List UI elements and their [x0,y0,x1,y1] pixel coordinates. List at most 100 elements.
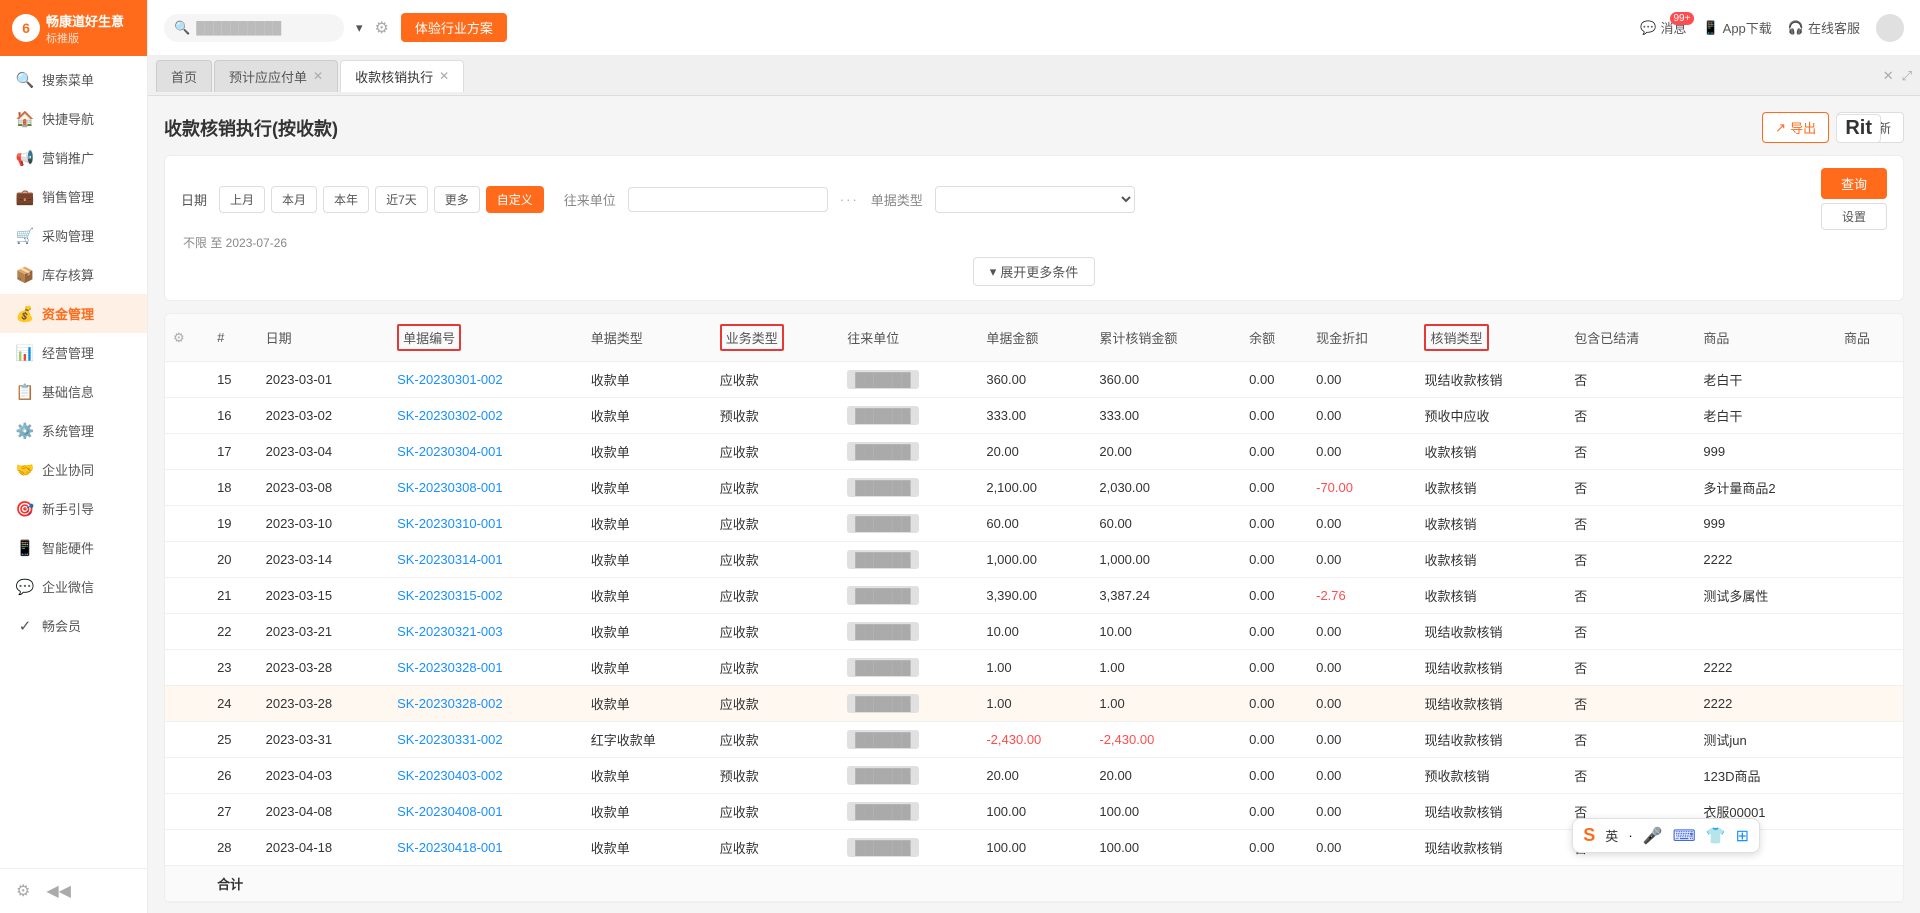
sidebar-item-marketing[interactable]: 📢 营销推广 [0,138,147,177]
bill-no-link[interactable]: SK-20230314-001 [397,552,503,567]
ime-dot-icon[interactable]: · [1628,828,1632,843]
table-row: 182023-03-08SK-20230308-001收款单应收款██████2… [165,470,1903,506]
table-cell: 21 [209,578,258,614]
table-cell: 2023-04-08 [258,794,389,830]
tab-close-all-icon[interactable]: ✕ [1883,68,1894,84]
table-cell: 10.00 [978,614,1091,650]
this-year-button[interactable]: 本年 [323,186,369,213]
bill-no-link[interactable]: SK-20230315-002 [397,588,503,603]
table-cell: 28 [209,830,258,866]
table-cell: -2.76 [1308,578,1416,614]
settings-bottom-icon[interactable]: ⚙ [16,881,30,901]
table-cell: SK-20230302-002 [389,398,583,434]
sales-icon: 💼 [16,188,34,206]
table-cell [165,758,209,794]
table-cell: SK-20230304-001 [389,434,583,470]
table-cell [1836,470,1903,506]
collapse-icon[interactable]: ◀◀ [46,881,71,901]
table-cell: 应收款 [712,686,840,722]
table-cell: 否 [1566,578,1695,614]
sidebar-item-inventory[interactable]: 📦 库存核算 [0,255,147,294]
sidebar-nav: 🔍 搜索菜单 🏠 快捷导航 📢 营销推广 💼 销售管理 🛒 采购管理 📦 库存核… [0,56,147,868]
message-button[interactable]: 💬 消息 99+ [1640,18,1686,37]
app-download-button[interactable]: 📱 App下载 [1702,18,1771,37]
table-cell: 预收款 [712,398,840,434]
ime-grid-icon[interactable]: ⊞ [1736,826,1749,846]
bill-type-select[interactable] [935,186,1135,213]
partner-input[interactable] [628,187,828,212]
ime-shirt-icon[interactable]: 👕 [1706,826,1726,846]
sidebar-item-enterprise[interactable]: 🤝 企业协同 [0,450,147,489]
table-cell [1836,650,1903,686]
sidebar-item-finance[interactable]: 💰 资金管理 [0,294,147,333]
sidebar-item-system[interactable]: ⚙️ 系统管理 [0,411,147,450]
tab-expand-icon[interactable]: ⤢ [1902,68,1912,84]
expand-more-button[interactable]: ▾ 展开更多条件 [973,257,1096,286]
tab-receipt[interactable]: 收款核销执行 ✕ [340,60,464,92]
sidebar-item-quick-nav[interactable]: 🏠 快捷导航 [0,99,147,138]
bill-no-link[interactable]: SK-20230321-003 [397,624,503,639]
sidebar: 6 畅康道好生意 标推版 🔍 搜索菜单 🏠 快捷导航 📢 营销推广 💼 销售管理… [0,0,148,913]
bill-no-link[interactable]: SK-20230418-001 [397,840,503,855]
topbar-search[interactable]: 🔍 ██████████ [164,14,344,42]
sidebar-item-member[interactable]: ✓ 畅会员 [0,606,147,645]
query-button[interactable]: 查询 [1821,168,1887,199]
bill-no-link[interactable]: SK-20230331-002 [397,732,503,747]
bill-no-link[interactable]: SK-20230403-002 [397,768,503,783]
more-options-dots[interactable]: ··· [840,192,859,207]
export-button[interactable]: ↗ 导出 [1762,112,1829,143]
sidebar-item-hardware[interactable]: 📱 智能硬件 [0,528,147,567]
ime-english-label[interactable]: 英 [1605,826,1618,845]
sidebar-item-operations[interactable]: 📊 经营管理 [0,333,147,372]
finance-icon: 💰 [16,305,34,323]
gear-icon[interactable]: ⚙ [375,18,389,38]
table-cell: 应收款 [712,794,840,830]
topbar-dropdown[interactable]: ▾ [356,20,363,36]
col-settings[interactable]: ⚙ [165,314,209,362]
bill-no-link[interactable]: SK-20230301-002 [397,372,503,387]
bill-no-link[interactable]: SK-20230408-001 [397,804,503,819]
topbar: 🔍 ██████████ ▾ ⚙ 体验行业方案 💬 消息 99+ 📱 App下载… [148,0,1920,56]
tab-close-payable[interactable]: ✕ [313,69,323,83]
ime-keyboard-icon[interactable]: ⌨ [1673,826,1696,846]
sidebar-item-guide[interactable]: 🎯 新手引导 [0,489,147,528]
bill-no-link[interactable]: SK-20230328-002 [397,696,503,711]
column-settings-icon[interactable]: ⚙ [173,330,185,345]
sidebar-item-search[interactable]: 🔍 搜索菜单 [0,60,147,99]
ime-mic-icon[interactable]: 🎤 [1643,826,1663,846]
tab-payable[interactable]: 预计应应付单 ✕ [214,60,338,92]
more-date-button[interactable]: 更多 [434,186,480,213]
bill-no-link[interactable]: SK-20230304-001 [397,444,503,459]
table-cell: 应收款 [712,830,840,866]
bill-no-link[interactable]: SK-20230310-001 [397,516,503,531]
table-cell: 老白干 [1695,362,1836,398]
last-month-button[interactable]: 上月 [219,186,265,213]
tab-close-receipt[interactable]: ✕ [439,69,449,83]
service-button[interactable]: 🎧 在线客服 [1788,18,1860,37]
custom-date-button[interactable]: 自定义 [486,186,544,213]
table-cell [1836,506,1903,542]
last-7days-button[interactable]: 近7天 [375,186,428,213]
solution-button[interactable]: 体验行业方案 [401,13,507,42]
table-cell: 24 [209,686,258,722]
table-cell: 1.00 [978,686,1091,722]
sidebar-item-wechat[interactable]: 💬 企业微信 [0,567,147,606]
sidebar-item-sales[interactable]: 💼 销售管理 [0,177,147,216]
table-cell: 现结收款核销 [1416,686,1566,722]
bill-no-link[interactable]: SK-20230328-001 [397,660,503,675]
bill-no-link[interactable]: SK-20230308-001 [397,480,503,495]
sidebar-item-purchase[interactable]: 🛒 采购管理 [0,216,147,255]
expand-icon: ▾ [990,264,997,280]
table-cell: SK-20230418-001 [389,830,583,866]
table-cell: 3,390.00 [978,578,1091,614]
table-cell: 否 [1566,650,1695,686]
sidebar-item-basic[interactable]: 📋 基础信息 [0,372,147,411]
col-bill-no: 单据编号 [389,314,583,362]
settings-button[interactable]: 设置 [1821,203,1887,230]
bill-no-link[interactable]: SK-20230302-002 [397,408,503,423]
table-cell: ██████ [839,650,978,686]
this-month-button[interactable]: 本月 [271,186,317,213]
tab-home[interactable]: 首页 [156,60,212,92]
table-cell: SK-20230315-002 [389,578,583,614]
user-avatar[interactable] [1876,14,1904,42]
